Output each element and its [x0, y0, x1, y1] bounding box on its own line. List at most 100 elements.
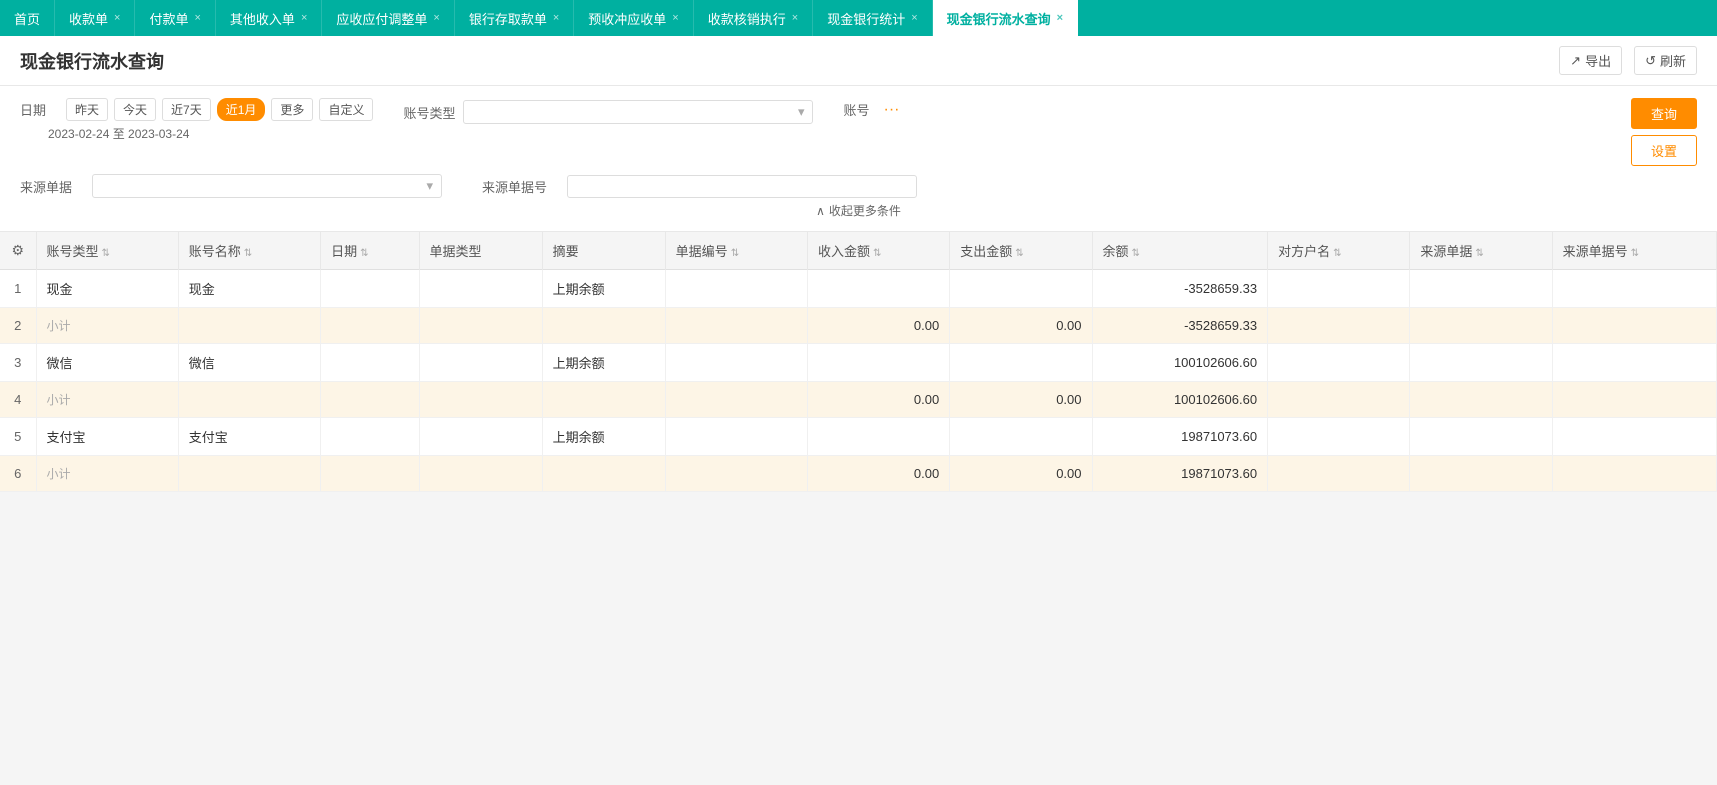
col-header-account-type[interactable]: 账号类型⇅ [36, 232, 178, 270]
account-type-label: 账号类型 [403, 103, 455, 122]
expense-cell: 0.00 [950, 382, 1092, 418]
table-row[interactable]: 4小计0.000.00100102606.60 [0, 382, 1717, 418]
export-icon: ↗ [1570, 53, 1581, 69]
col-header-balance[interactable]: 余额⇅ [1092, 232, 1268, 270]
close-tab-icon[interactable]: × [553, 12, 559, 24]
refresh-button[interactable]: ↺ 刷新 [1634, 46, 1697, 75]
filter-area: 日期 昨天今天近7天近1月更多自定义 2023-02-24 至 2023-03-… [0, 86, 1717, 232]
refresh-icon: ↺ [1645, 53, 1656, 69]
sort-icon-account-name: ⇅ [244, 248, 252, 259]
table-row[interactable]: 6小计0.000.0019871073.60 [0, 456, 1717, 492]
nav-tab-receipt-verify[interactable]: 收款核销执行× [694, 0, 813, 36]
balance-cell: 19871073.60 [1092, 456, 1268, 492]
sort-icon-doc-no: ⇅ [731, 248, 739, 259]
close-tab-icon[interactable]: × [194, 12, 200, 24]
table-row[interactable]: 2小计0.000.00-3528659.33 [0, 308, 1717, 344]
expense-cell [950, 270, 1092, 308]
doc-no-cell [665, 456, 807, 492]
row-number: 4 [0, 382, 36, 418]
account-type-value [472, 105, 476, 120]
doc-type-cell [419, 344, 542, 382]
col-header-income[interactable]: 收入金额⇅ [807, 232, 949, 270]
table-body: 1现金现金上期余额-3528659.332小计0.000.00-3528659.… [0, 270, 1717, 492]
expense-cell: 0.00 [950, 308, 1092, 344]
nav-tab-other-income[interactable]: 其他收入单× [216, 0, 322, 36]
account-type-cell: 支付宝 [36, 418, 178, 456]
balance-cell: 100102606.60 [1092, 344, 1268, 382]
balance-cell: 19871073.60 [1092, 418, 1268, 456]
nav-tab-payment[interactable]: 付款单× [135, 0, 215, 36]
counterparty-cell [1268, 418, 1410, 456]
col-header-date[interactable]: 日期⇅ [321, 232, 419, 270]
close-tab-icon[interactable]: × [1057, 12, 1063, 24]
account-filter: 账号 ··· [843, 100, 905, 119]
counterparty-cell [1268, 308, 1410, 344]
page-header: 现金银行流水查询 ↗ 导出 ↺ 刷新 [0, 36, 1717, 86]
col-header-source-doc-no[interactable]: 来源单据号⇅ [1552, 232, 1716, 270]
source-doc-no-cell [1552, 382, 1716, 418]
date-btn-custom[interactable]: 自定义 [319, 98, 373, 121]
nav-tab-ar-ap-adjust[interactable]: 应收应付调整单× [322, 0, 454, 36]
doc-type-cell [419, 382, 542, 418]
col-header-expense[interactable]: 支出金额⇅ [950, 232, 1092, 270]
export-button[interactable]: ↗ 导出 [1559, 46, 1622, 75]
nav-tab-home[interactable]: 首页 [0, 0, 55, 36]
col-header-doc-no[interactable]: 单据编号⇅ [665, 232, 807, 270]
account-name-cell [178, 382, 320, 418]
account-dots-button[interactable]: ··· [877, 101, 905, 119]
date-btn-7days[interactable]: 近7天 [162, 98, 211, 121]
close-tab-icon[interactable]: × [433, 12, 439, 24]
account-type-cell: 小计 [36, 382, 178, 418]
collapse-button[interactable]: ∧ 收起更多条件 [816, 202, 901, 219]
source-doc-no-input[interactable] [567, 175, 917, 198]
col-header-counterparty[interactable]: 对方户名⇅ [1268, 232, 1410, 270]
doc-type-cell [419, 308, 542, 344]
table-row[interactable]: 5支付宝支付宝上期余额19871073.60 [0, 418, 1717, 456]
account-name-cell: 支付宝 [178, 418, 320, 456]
source-doc-value [101, 179, 105, 194]
income-cell [807, 270, 949, 308]
nav-tab-prepay-offset[interactable]: 预收冲应收单× [574, 0, 693, 36]
nav-tab-label: 首页 [14, 9, 40, 28]
close-tab-icon[interactable]: × [911, 12, 917, 24]
close-tab-icon[interactable]: × [672, 12, 678, 24]
header-actions: ↗ 导出 ↺ 刷新 [1559, 46, 1697, 75]
summary-cell [542, 382, 665, 418]
page-title: 现金银行流水查询 [20, 48, 164, 74]
date-btn-more[interactable]: 更多 [271, 98, 313, 121]
col-label-expense: 支出金额 [960, 244, 1012, 259]
data-table-wrapper: ⚙账号类型⇅账号名称⇅日期⇅单据类型摘要单据编号⇅收入金额⇅支出金额⇅余额⇅对方… [0, 232, 1717, 492]
table-row[interactable]: 1现金现金上期余额-3528659.33 [0, 270, 1717, 308]
nav-tab-bank-deposit[interactable]: 银行存取款单× [455, 0, 574, 36]
close-tab-icon[interactable]: × [792, 12, 798, 24]
doc-type-cell [419, 418, 542, 456]
query-button[interactable]: 查询 [1631, 98, 1697, 129]
nav-tab-cash-bank-stat[interactable]: 现金银行统计× [813, 0, 932, 36]
date-btn-yesterday[interactable]: 昨天 [66, 98, 108, 121]
col-header-account-name[interactable]: 账号名称⇅ [178, 232, 320, 270]
table-header-row: ⚙账号类型⇅账号名称⇅日期⇅单据类型摘要单据编号⇅收入金额⇅支出金额⇅余额⇅对方… [0, 232, 1717, 270]
doc-no-cell [665, 344, 807, 382]
date-btn-1month[interactable]: 近1月 [217, 98, 266, 121]
row-number: 2 [0, 308, 36, 344]
date-btn-today[interactable]: 今天 [114, 98, 156, 121]
source-doc-select[interactable]: ▾ [92, 174, 442, 198]
income-cell [807, 344, 949, 382]
close-tab-icon[interactable]: × [301, 12, 307, 24]
settings-button[interactable]: 设置 [1631, 135, 1697, 166]
table-row[interactable]: 3微信微信上期余额100102606.60 [0, 344, 1717, 382]
close-tab-icon[interactable]: × [114, 12, 120, 24]
nav-tab-cash-bank-flow[interactable]: 现金银行流水查询× [933, 0, 1078, 36]
table-header: ⚙账号类型⇅账号名称⇅日期⇅单据类型摘要单据编号⇅收入金额⇅支出金额⇅余额⇅对方… [0, 232, 1717, 270]
source-doc-cell [1410, 308, 1552, 344]
date-cell [321, 308, 419, 344]
date-buttons: 昨天今天近7天近1月更多自定义 [66, 98, 373, 121]
source-doc-no-cell [1552, 344, 1716, 382]
col-header-source-doc[interactable]: 来源单据⇅ [1410, 232, 1552, 270]
account-type-select[interactable]: ▾ [463, 100, 813, 124]
table-settings-icon[interactable]: ⚙ [11, 242, 24, 258]
col-label-date: 日期 [331, 244, 357, 259]
col-label-source-doc-no: 来源单据号 [1563, 244, 1628, 259]
nav-tab-receipt[interactable]: 收款单× [55, 0, 135, 36]
source-doc-no-cell [1552, 456, 1716, 492]
